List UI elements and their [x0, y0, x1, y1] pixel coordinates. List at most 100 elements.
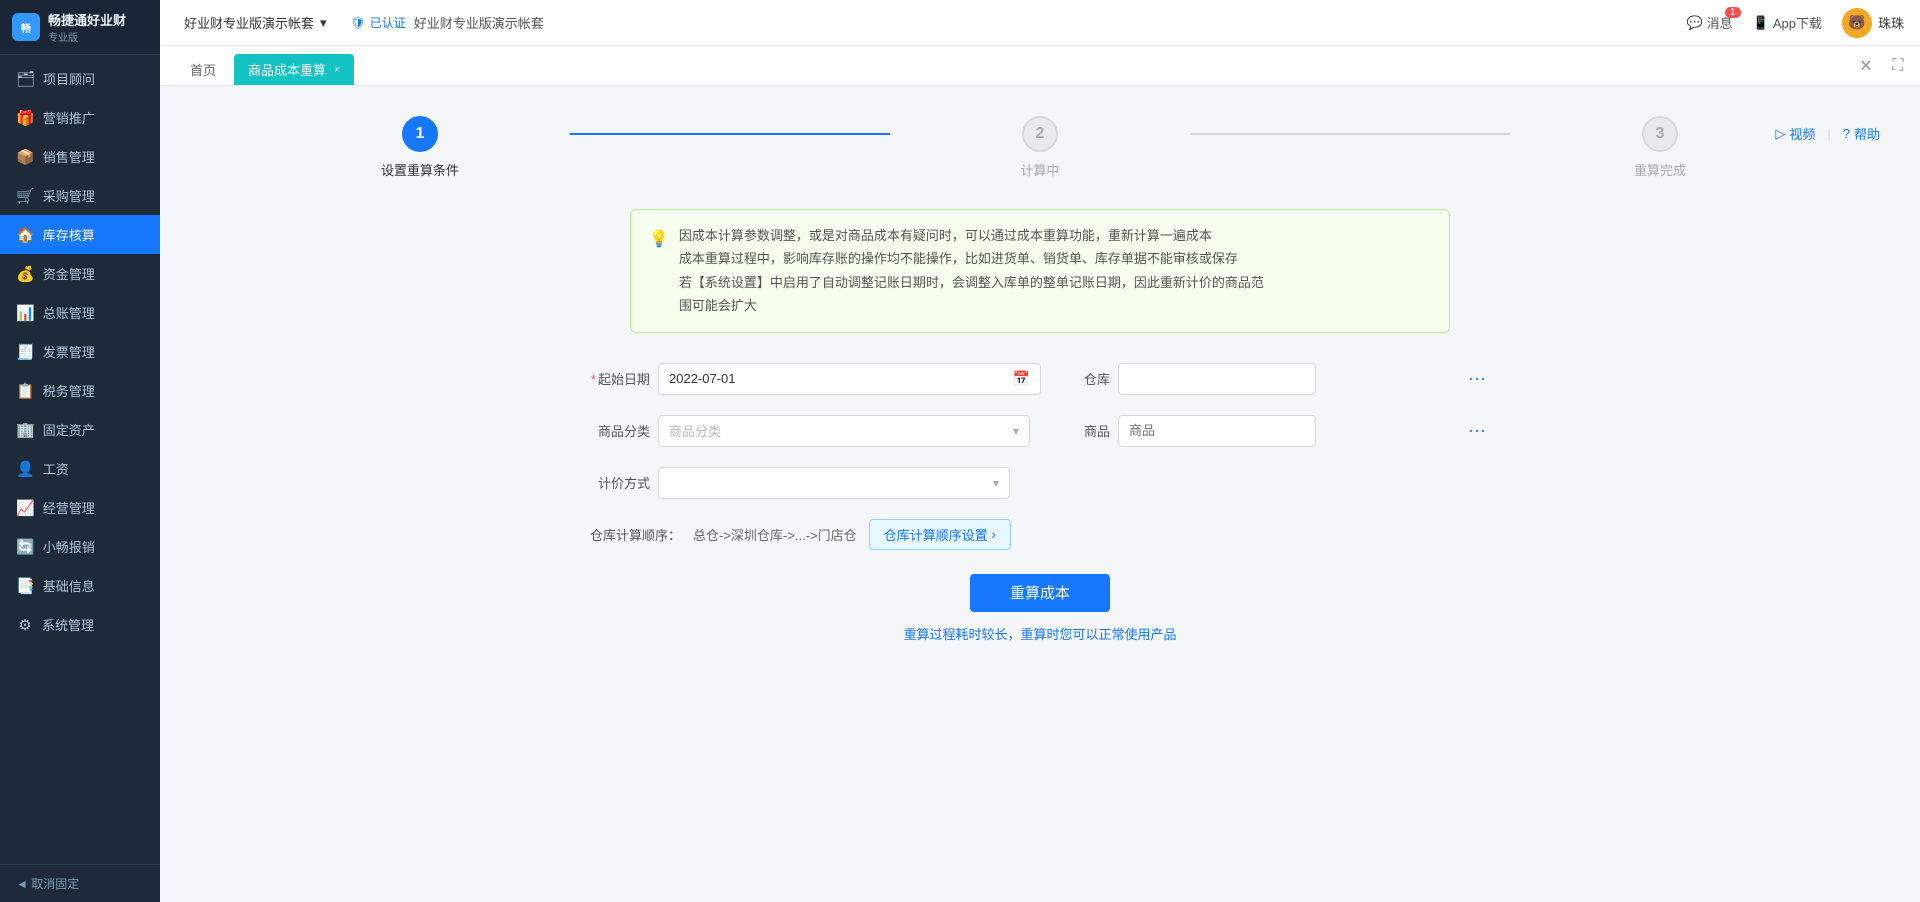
sidebar-logo: 畅 [12, 13, 40, 41]
sidebar-item-label-accounting: 总账管理 [43, 303, 95, 322]
project-icon: 🗂 [16, 70, 35, 88]
step-line-2 [1190, 133, 1510, 135]
calendar-icon[interactable]: 📅 [1013, 370, 1030, 387]
sidebar-item-finance[interactable]: 💰资金管理 [0, 254, 160, 293]
content-area: 1 设置重算条件 2 计算中 3 [160, 86, 1920, 902]
form-row-3: 计价方式 ▾ [590, 467, 1490, 499]
sidebar-item-marketing[interactable]: 🎁 营销推广 [0, 98, 160, 137]
expand-panel-button[interactable]: ⛶ [1884, 52, 1912, 80]
form-group-warehouse: 仓库 ··· [1050, 363, 1490, 395]
sidebar-item-label-marketing: 营销推广 [43, 108, 95, 127]
info-line-3: 若【系统设置】中启用了自动调整记账日期时，会调整入库单的整单记账日期，因此重新计… [679, 271, 1264, 294]
help-links: ▷ 视频 | ? 帮助 [1775, 124, 1880, 143]
sidebar-item-sales[interactable]: 📦销售管理 [0, 137, 160, 176]
sidebar-item-purchase[interactable]: 🛒采购管理 [0, 176, 160, 215]
sidebar-item-label-basic_info: 基础信息 [43, 576, 95, 595]
sidebar-header: 畅 畅捷通好业财 专业版 [0, 0, 160, 55]
sidebar-item-payroll[interactable]: 👤 工资 [0, 449, 160, 488]
account-select-arrow-icon: ▾ [320, 15, 327, 31]
warehouse-input-wrapper [1118, 363, 1456, 395]
invoice-icon: 🧾 [16, 343, 35, 361]
form-row-2: 商品分类 商品分类 ▾ 商品 ··· [590, 415, 1490, 447]
app-download-button[interactable]: 📱 App下载 [1753, 13, 1822, 32]
sidebar-item-label-purchase: 采购管理 [43, 186, 95, 205]
account-selector[interactable]: 好业财专业版演示帐套 ▾ [176, 9, 335, 36]
tab-close-icon[interactable]: × [334, 64, 340, 76]
info-text: 因成本计算参数调整，或是对商品成本有疑问时，可以通过成本重算功能，重新计算一遍成… [679, 224, 1264, 318]
sidebar-item-inventory[interactable]: 🏠 库存核算 [0, 215, 160, 254]
sidebar-item-system[interactable]: ⚙系统管理 [0, 605, 160, 644]
sales-icon: 📦 [16, 148, 35, 166]
goods-input[interactable] [1118, 415, 1316, 447]
message-icon: 💬 [1686, 15, 1702, 31]
help-link[interactable]: ? 帮助 [1843, 124, 1880, 143]
sidebar-item-expense[interactable]: 🔄小畅报销 [0, 527, 160, 566]
question-icon: ? [1843, 126, 1850, 141]
step-1-circle: 1 [402, 116, 438, 152]
pricing-arrow-icon: ▾ [993, 476, 999, 490]
tab-home[interactable]: 首页 [176, 54, 230, 85]
goods-label: 商品 [1050, 421, 1110, 440]
sidebar-footer-label: ◄ 取消固定 [16, 875, 79, 892]
account-select-text: 好业财专业版演示帐套 [184, 13, 314, 32]
help-divider: | [1827, 126, 1830, 141]
warehouse-order-row: 仓库计算顺序： 总仓->深圳仓库->...->门店仓 仓库计算顺序设置 › [590, 519, 1490, 550]
hint-text: 重算过程耗时较长，重算时您可以正常使用产品 [590, 624, 1490, 643]
category-label: 商品分类 [590, 421, 650, 440]
sidebar-item-fixed_assets[interactable]: 🏢固定资产 [0, 410, 160, 449]
help-label: 帮助 [1854, 124, 1880, 143]
video-label: 视频 [1789, 124, 1815, 143]
pricing-select[interactable]: ▾ [658, 467, 1010, 499]
panel-controls: ✕ ⛶ [1852, 52, 1912, 80]
topbar: 好业财专业版演示帐套 ▾ 🛡 已认证 好业财专业版演示帐套 💬 消息 1 📱 A… [160, 0, 1920, 46]
steps-container: 1 设置重算条件 2 计算中 3 [200, 116, 1880, 179]
sidebar-item-label-inventory: 库存核算 [43, 225, 95, 244]
sidebar-item-label-operations: 经营管理 [43, 498, 95, 517]
close-panel-button[interactable]: ✕ [1852, 52, 1880, 80]
user-avatar[interactable]: 🐻 珠珠 [1842, 8, 1904, 38]
tab-recalc[interactable]: 商品成本重算 × [234, 54, 354, 85]
step-1-label: 设置重算条件 [381, 160, 459, 179]
warehouse-input[interactable] [1118, 363, 1316, 395]
form-group-start-date: *起始日期 📅 [590, 363, 1030, 395]
sidebar-nav: 🗂 项目顾问 🎁 营销推广 📦销售管理🛒采购管理 🏠 库存核算 💰资金管理📊总账管理🧾发票管理… [0, 55, 160, 864]
video-link[interactable]: ▷ 视频 [1775, 124, 1815, 143]
inventory-icon: 🏠 [16, 226, 35, 244]
message-button[interactable]: 💬 消息 1 [1686, 13, 1732, 32]
verified-text: 已认证 [370, 14, 406, 31]
step-2-label: 计算中 [1020, 160, 1059, 179]
sidebar-item-label-payroll: 工资 [43, 459, 69, 478]
sidebar-item-label-project: 项目顾问 [43, 69, 95, 88]
sidebar-unpin[interactable]: ◄ 取消固定 [0, 864, 160, 902]
sidebar: 畅 畅捷通好业财 专业版 🗂 项目顾问 🎁 营销推广 📦销售管理🛒采购管理 🏠 库存核算 💰资… [0, 0, 160, 902]
warehouse-label: 仓库 [1050, 369, 1110, 388]
warehouse-order-arrow-icon: › [992, 527, 996, 542]
pricing-label: 计价方式 [590, 473, 650, 492]
sidebar-item-tax[interactable]: 📋税务管理 [0, 371, 160, 410]
basic_info-icon: 📑 [16, 577, 35, 595]
form-section: *起始日期 📅 仓库 ··· 商品分 [590, 363, 1490, 643]
sidebar-item-basic_info[interactable]: 📑 基础信息 [0, 566, 160, 605]
goods-dots-button[interactable]: ··· [1464, 420, 1490, 441]
marketing-icon: 🎁 [16, 109, 35, 127]
sidebar-item-invoice[interactable]: 🧾发票管理 [0, 332, 160, 371]
step-2: 2 计算中 [890, 116, 1190, 179]
start-date-input[interactable] [658, 363, 1041, 395]
finance-icon: 💰 [16, 265, 35, 283]
step-line-1 [570, 133, 890, 135]
mobile-icon: 📱 [1753, 15, 1769, 31]
sidebar-item-operations[interactable]: 📈经营管理 [0, 488, 160, 527]
recalc-button[interactable]: 重算成本 [970, 574, 1110, 612]
warehouse-order-settings-button[interactable]: 仓库计算顺序设置 › [869, 519, 1011, 550]
payroll-icon: 👤 [16, 460, 35, 478]
sidebar-item-accounting[interactable]: 📊总账管理 [0, 293, 160, 332]
steps-section: 1 设置重算条件 2 计算中 3 [200, 116, 1880, 179]
sidebar-item-project[interactable]: 🗂 项目顾问 [0, 59, 160, 98]
form-row-1: *起始日期 📅 仓库 ··· [590, 363, 1490, 395]
expense-icon: 🔄 [16, 538, 35, 556]
warehouse-dots-button[interactable]: ··· [1464, 368, 1490, 389]
category-select[interactable]: 商品分类 ▾ [658, 415, 1030, 447]
app-download-label: App下载 [1773, 13, 1822, 32]
form-group-goods: 商品 ··· [1050, 415, 1490, 447]
tab-home-label: 首页 [190, 60, 216, 79]
